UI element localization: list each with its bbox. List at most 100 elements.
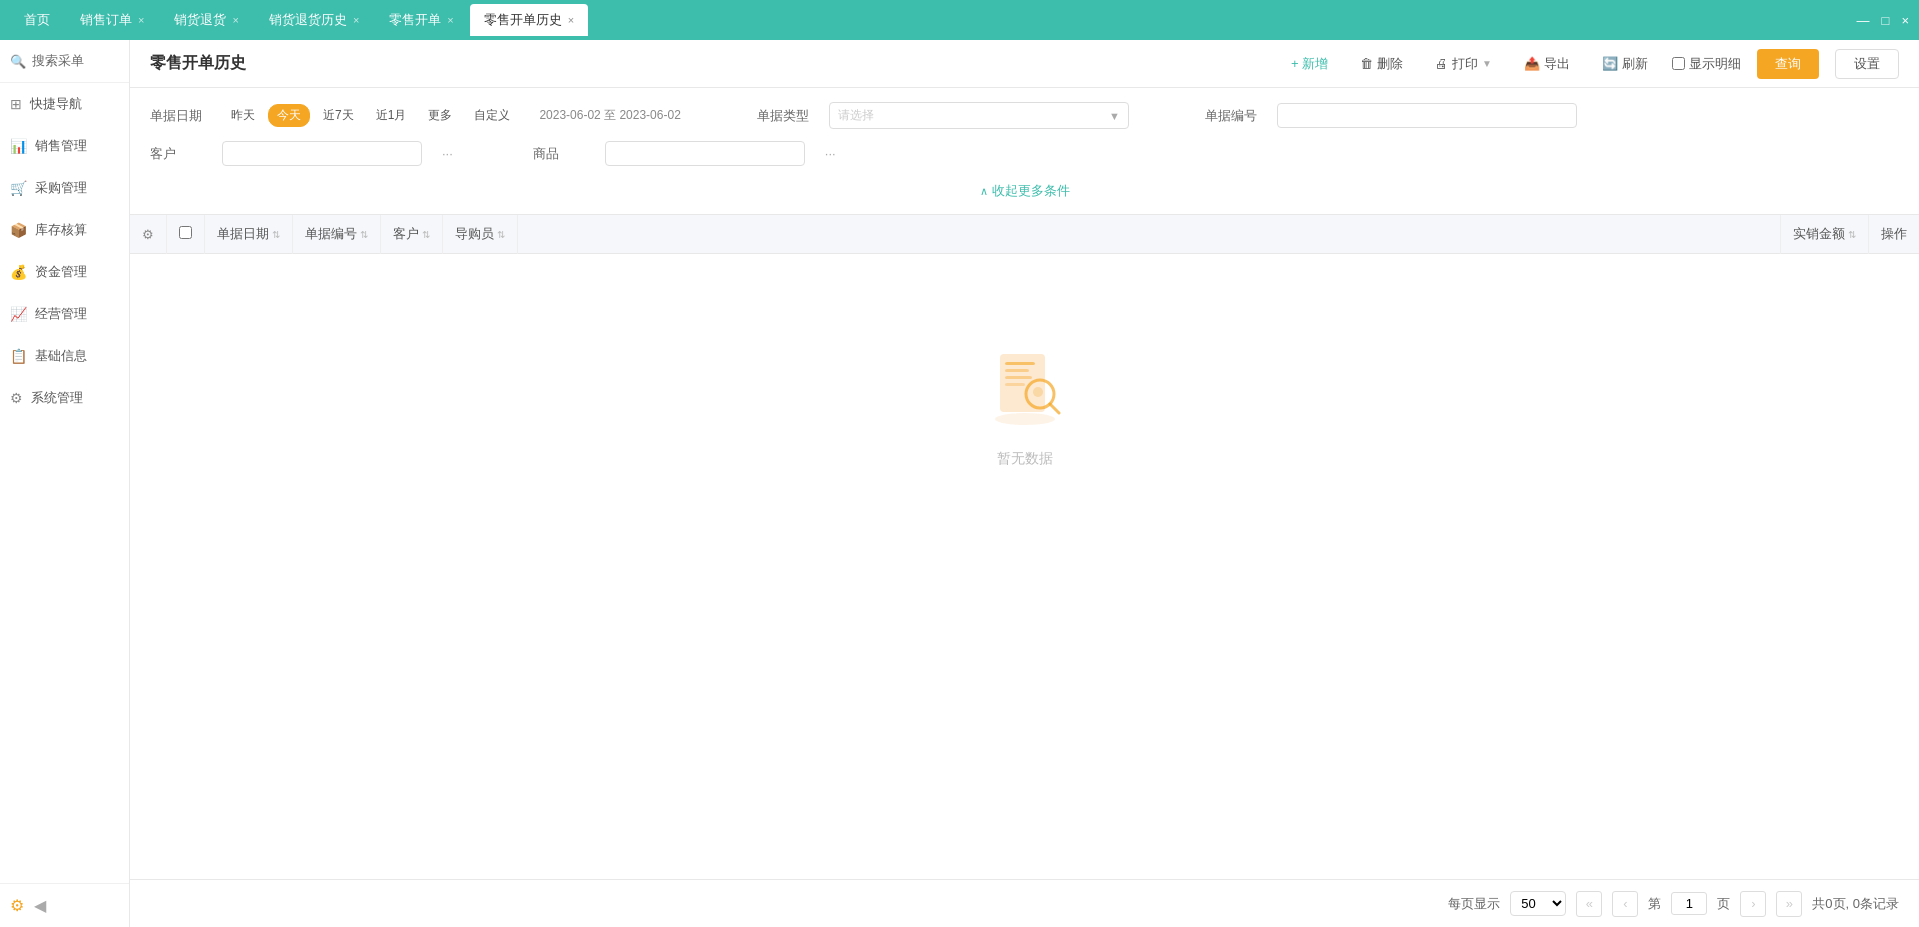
- th-customer-label: 客户: [393, 225, 419, 243]
- filter-row-2: 客户 ··· 商品 ···: [150, 141, 1899, 166]
- sidebar-item-purchase-mgmt-label: 采购管理: [35, 179, 87, 197]
- tab-sales-return[interactable]: 销货退货 ×: [160, 4, 252, 36]
- th-doc-no-label: 单据编号: [305, 225, 357, 243]
- th-action: 操作: [1869, 215, 1920, 254]
- query-button[interactable]: 查询: [1757, 49, 1819, 79]
- page-prev-btn[interactable]: ‹: [1612, 891, 1638, 917]
- delete-button[interactable]: 🗑 删除: [1352, 51, 1411, 77]
- sidebar-item-sales-mgmt[interactable]: 📊 销售管理: [0, 125, 129, 167]
- tab-sales-return-history[interactable]: 销货退货历史 ×: [255, 4, 373, 36]
- sidebar-item-basic-info[interactable]: 📋 基础信息: [0, 335, 129, 377]
- print-button[interactable]: 🖨 打印 ▼: [1427, 51, 1500, 77]
- page-first-btn[interactable]: «: [1576, 891, 1602, 917]
- empty-cell: 暂无数据: [130, 254, 1919, 509]
- show-detail-checkbox[interactable]: 显示明细: [1672, 55, 1741, 73]
- collapse-filter-label: 收起更多条件: [992, 182, 1070, 200]
- tab-sales-order[interactable]: 销售订单 ×: [66, 4, 158, 36]
- sort-icon-doc-date[interactable]: ⇅: [272, 229, 280, 240]
- goods-input[interactable]: [605, 141, 805, 166]
- sort-icon-customer[interactable]: ⇅: [422, 229, 430, 240]
- sidebar-item-basic-info-label: 基础信息: [35, 347, 87, 365]
- tab-retail-history[interactable]: 零售开单历史 ×: [470, 4, 588, 36]
- chevron-up-icon: ∧: [980, 185, 988, 198]
- per-page-select[interactable]: 50 100 200: [1510, 891, 1566, 916]
- date-btn-last7[interactable]: 近7天: [314, 104, 363, 127]
- tab-sales-return-close[interactable]: ×: [232, 14, 238, 26]
- minimize-btn[interactable]: —: [1857, 13, 1870, 28]
- print-dropdown-icon: ▼: [1482, 58, 1492, 69]
- sidebar-item-sys-mgmt[interactable]: ⚙ 系统管理: [0, 377, 129, 419]
- page-title: 零售开单历史: [150, 53, 246, 74]
- page-next-icon: ›: [1751, 896, 1755, 911]
- doc-no-input[interactable]: [1277, 103, 1577, 128]
- show-detail-input[interactable]: [1672, 57, 1685, 70]
- empty-row: 暂无数据: [130, 254, 1919, 509]
- table-body: 暂无数据: [130, 254, 1919, 509]
- collapse-filter-btn[interactable]: ∧ 收起更多条件: [150, 178, 1899, 204]
- page-number-input[interactable]: [1671, 892, 1707, 915]
- export-icon: 📤: [1524, 56, 1540, 71]
- customer-ellipsis[interactable]: ···: [438, 146, 457, 161]
- doc-type-value: 请选择: [838, 107, 874, 124]
- doc-no-label: 单据编号: [1205, 107, 1261, 125]
- sidebar: 🔍 搜索采单 ⊞ 快捷导航 📊 销售管理 🛒 采购管理 📦 库存核算 💰 资金管…: [0, 40, 130, 927]
- pagination-bar: 每页显示 50 100 200 « ‹ 第 页 › » 共0页, 0条记录: [130, 879, 1919, 927]
- sidebar-item-purchase-mgmt[interactable]: 🛒 采购管理: [0, 167, 129, 209]
- sort-icon-salesman[interactable]: ⇅: [497, 229, 505, 240]
- sidebar-collapse-icon[interactable]: ◀: [34, 896, 46, 915]
- sidebar-item-inventory-check[interactable]: 📦 库存核算: [0, 209, 129, 251]
- tab-bar: 首页 销售订单 × 销货退货 × 销货退货历史 × 零售开单 × 零售开单历史 …: [10, 4, 1857, 36]
- sidebar-search[interactable]: 🔍 搜索采单: [0, 40, 129, 83]
- date-btn-custom[interactable]: 自定义: [465, 104, 519, 127]
- refresh-button[interactable]: 🔄 刷新: [1594, 51, 1656, 77]
- basic-info-icon: 📋: [10, 348, 27, 364]
- maximize-btn[interactable]: □: [1882, 13, 1890, 28]
- sidebar-item-ops-mgmt[interactable]: 📈 经营管理: [0, 293, 129, 335]
- sidebar-item-fund-mgmt[interactable]: 💰 资金管理: [0, 251, 129, 293]
- sys-mgmt-icon: ⚙: [10, 390, 23, 406]
- tab-retail-history-close[interactable]: ×: [568, 14, 574, 26]
- page-next-btn[interactable]: ›: [1740, 891, 1766, 917]
- sidebar-footer: ⚙ ◀: [0, 883, 129, 927]
- filter-area: 单据日期 昨天 今天 近7天 近1月 更多 自定义 2023-06-02 至 2…: [130, 88, 1919, 215]
- date-btn-yesterday[interactable]: 昨天: [222, 104, 264, 127]
- customer-label: 客户: [150, 145, 206, 163]
- date-btn-last1m[interactable]: 近1月: [367, 104, 416, 127]
- tab-retail-history-label: 零售开单历史: [484, 11, 562, 29]
- add-button-label: + 新增: [1291, 55, 1328, 73]
- date-btn-more[interactable]: 更多: [419, 104, 461, 127]
- select-all-checkbox[interactable]: [179, 226, 192, 239]
- sidebar-item-sys-mgmt-label: 系统管理: [31, 389, 83, 407]
- export-button[interactable]: 📤 导出: [1516, 51, 1578, 77]
- table-settings-icon[interactable]: ⚙: [142, 227, 154, 242]
- svg-rect-4: [1005, 376, 1032, 379]
- settings-gear-icon[interactable]: ⚙: [10, 896, 24, 915]
- set-button[interactable]: 设置: [1835, 49, 1899, 79]
- tab-sales-return-history-close[interactable]: ×: [353, 14, 359, 26]
- empty-state: 暂无数据: [130, 254, 1919, 508]
- date-btn-today[interactable]: 今天: [268, 104, 310, 127]
- tab-retail-open[interactable]: 零售开单 ×: [375, 4, 467, 36]
- page-prev-icon: ‹: [1623, 896, 1627, 911]
- sidebar-item-quick-nav[interactable]: ⊞ 快捷导航: [0, 83, 129, 125]
- close-window-btn[interactable]: ×: [1901, 13, 1909, 28]
- empty-state-icon: [975, 334, 1075, 434]
- sidebar-item-sales-mgmt-label: 销售管理: [35, 137, 87, 155]
- goods-ellipsis[interactable]: ···: [821, 146, 840, 161]
- th-amount-label: 实销金额: [1793, 225, 1845, 243]
- filter-row-1: 单据日期 昨天 今天 近7天 近1月 更多 自定义 2023-06-02 至 2…: [150, 102, 1899, 129]
- tab-retail-open-close[interactable]: ×: [447, 14, 453, 26]
- goods-label: 商品: [533, 145, 589, 163]
- page-prefix-label: 第: [1648, 895, 1661, 913]
- doc-type-select[interactable]: 请选择 ▼: [829, 102, 1129, 129]
- chevron-down-icon: ▼: [1109, 110, 1120, 122]
- empty-text: 暂无数据: [997, 450, 1053, 468]
- tab-home[interactable]: 首页: [10, 4, 64, 36]
- sort-icon-amount[interactable]: ⇅: [1848, 229, 1856, 240]
- customer-input[interactable]: [222, 141, 422, 166]
- add-button[interactable]: + 新增: [1283, 51, 1336, 77]
- tab-sales-order-close[interactable]: ×: [138, 14, 144, 26]
- page-last-btn[interactable]: »: [1776, 891, 1802, 917]
- sort-icon-doc-no[interactable]: ⇅: [360, 229, 368, 240]
- window-controls: — □ ×: [1857, 13, 1909, 28]
